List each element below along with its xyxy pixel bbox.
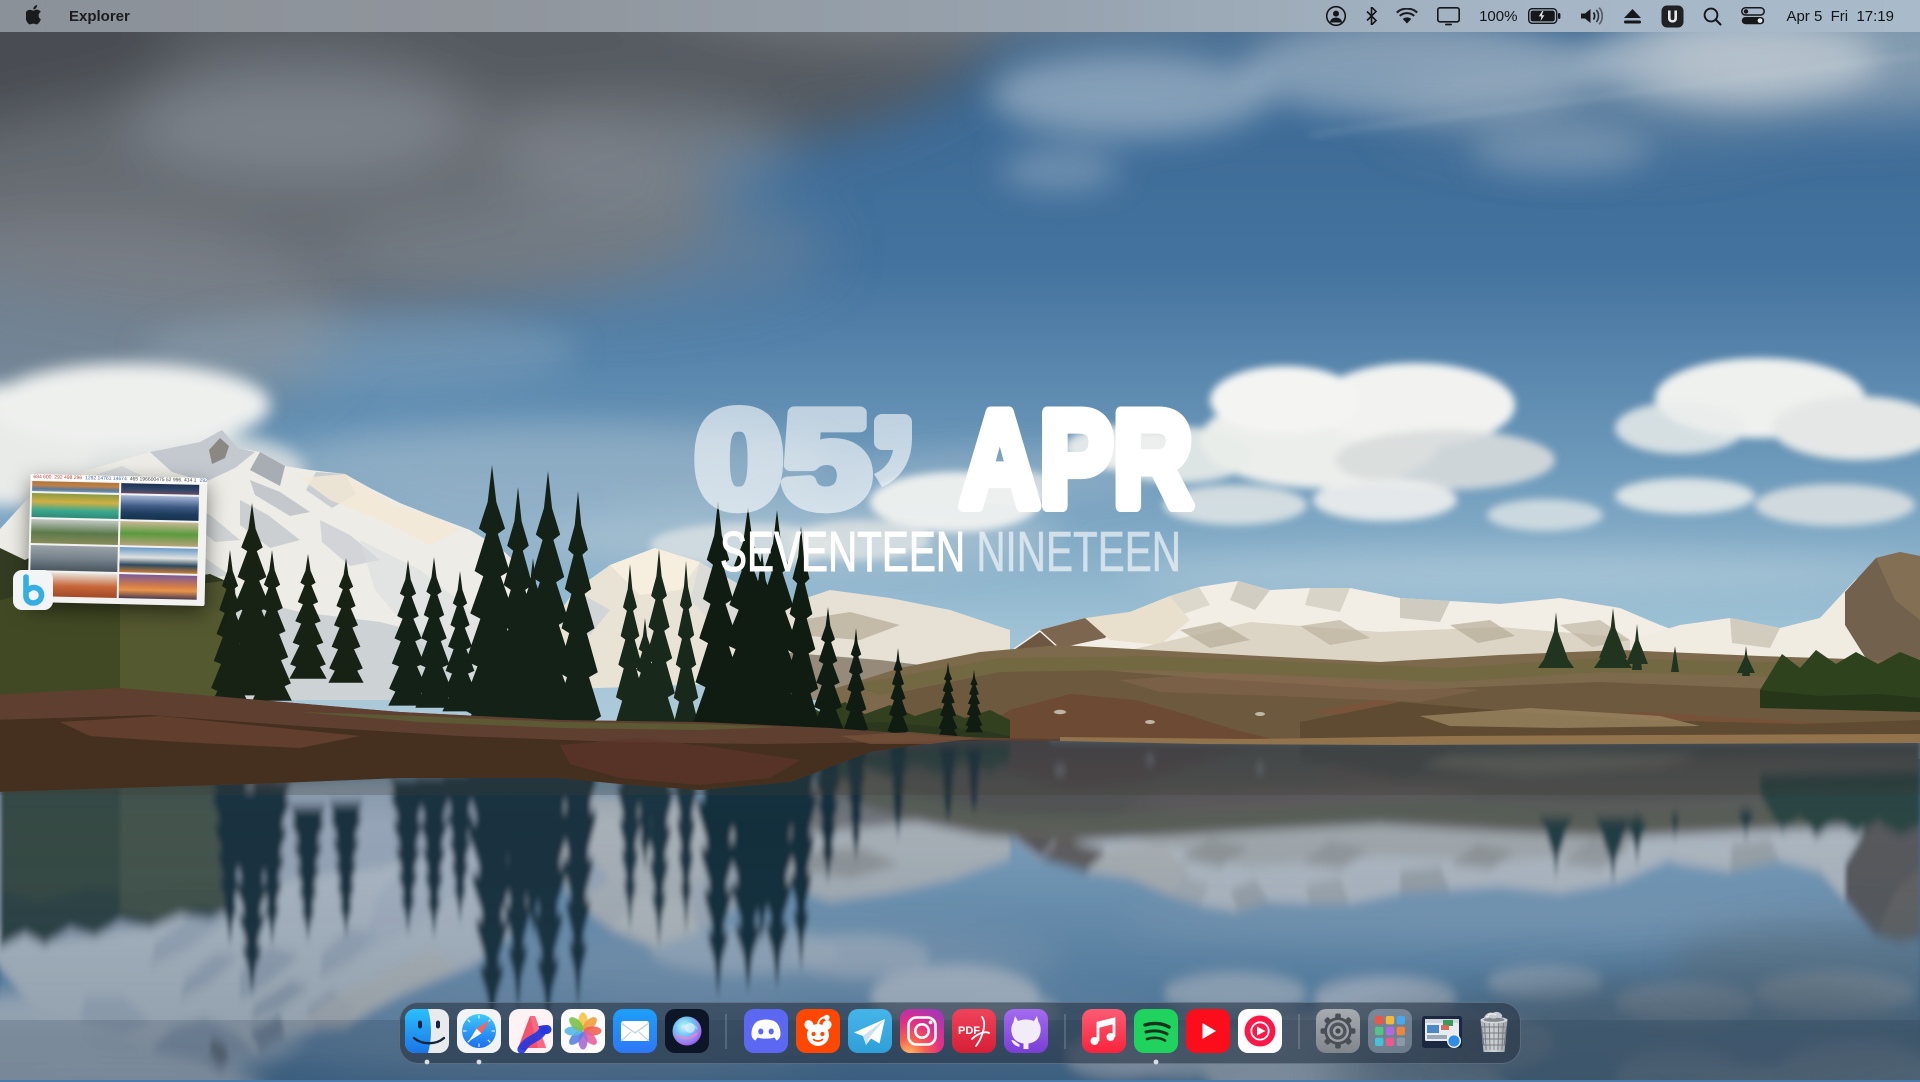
svg-text:SEVENTEEN NINETEEN: SEVENTEEN NINETEEN bbox=[720, 520, 1181, 583]
svg-text:APR: APR bbox=[960, 393, 1193, 536]
svg-text:05: 05 bbox=[695, 393, 870, 536]
